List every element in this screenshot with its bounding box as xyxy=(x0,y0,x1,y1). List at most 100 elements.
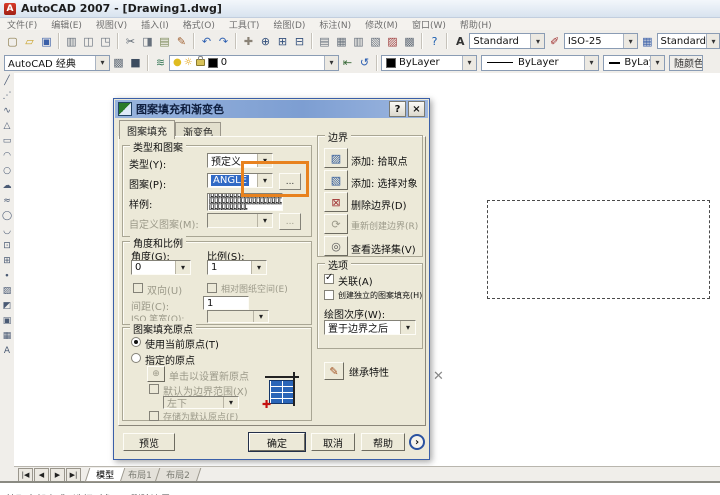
redo-icon[interactable]: ↷ xyxy=(216,33,231,49)
menu-item[interactable]: 视图(V) xyxy=(89,18,134,31)
table-icon[interactable]: ▦ xyxy=(1,328,13,343)
prev-tab-icon[interactable]: ◀ xyxy=(34,467,49,482)
workspace-combo[interactable]: AutoCAD 经典 xyxy=(4,54,110,71)
spline-icon[interactable]: ≈ xyxy=(1,193,13,208)
chevron-down-icon[interactable] xyxy=(257,154,272,167)
make-layer-current-icon[interactable]: ⇤ xyxy=(340,55,355,71)
arc-icon[interactable]: ◠ xyxy=(1,148,13,163)
hatch-icon[interactable]: ▨ xyxy=(1,283,13,298)
chevron-down-icon[interactable] xyxy=(95,55,109,70)
menu-item[interactable]: 帮助(H) xyxy=(453,18,499,31)
menu-item[interactable]: 窗口(W) xyxy=(405,18,453,31)
dim-style-combo[interactable]: ISO-25 xyxy=(563,33,639,49)
ok-button[interactable]: 确定 xyxy=(249,433,305,451)
gradient-icon[interactable]: ◩ xyxy=(1,298,13,313)
layer-lock-icon[interactable] xyxy=(195,56,205,66)
lineweight-combo[interactable]: ByLayer xyxy=(603,54,665,71)
independent-hatch-checkbox[interactable] xyxy=(324,290,334,300)
layer-previous-icon[interactable]: ↺ xyxy=(357,55,372,71)
expand-dialog-button[interactable]: › xyxy=(409,434,425,450)
designcenter-icon[interactable]: ▦ xyxy=(334,33,349,49)
type-combo[interactable]: 预定义 xyxy=(207,153,273,168)
pan-icon[interactable]: ✚ xyxy=(241,33,256,49)
draworder-combo[interactable]: 置于边界之后 xyxy=(324,320,416,335)
chevron-down-icon[interactable] xyxy=(530,34,545,48)
paste-icon[interactable]: ▤ xyxy=(157,33,172,49)
chevron-down-icon[interactable] xyxy=(324,55,338,70)
color-combo[interactable]: ByLayer xyxy=(381,54,477,71)
use-current-origin-radio[interactable] xyxy=(131,337,141,347)
layer-combo[interactable]: ● ☼ 0 xyxy=(169,54,339,71)
workspace-settings-icon[interactable]: ▩ xyxy=(111,55,126,71)
help-icon[interactable]: ? xyxy=(427,33,442,49)
last-tab-icon[interactable]: ▶| xyxy=(66,467,81,482)
spacing-field[interactable]: 1 xyxy=(203,296,249,310)
save-icon[interactable]: ▣ xyxy=(39,33,54,49)
next-tab-icon[interactable]: ▶ xyxy=(50,467,65,482)
menu-item[interactable]: 编辑(E) xyxy=(44,18,89,31)
tab-model[interactable]: 模型 xyxy=(84,467,126,482)
menu-item[interactable]: 修改(M) xyxy=(358,18,405,31)
preview-button[interactable]: 预览 xyxy=(123,433,175,451)
publish-icon[interactable]: ◳ xyxy=(98,33,113,49)
mtext-icon[interactable]: A xyxy=(1,343,13,358)
text-style-combo[interactable]: Standard xyxy=(469,33,546,49)
my-workspace-icon[interactable]: ■ xyxy=(128,55,143,71)
chevron-down-icon[interactable] xyxy=(584,55,598,70)
make-block-icon[interactable]: ⊞ xyxy=(1,253,13,268)
pattern-combo[interactable]: ANGLE xyxy=(207,173,273,188)
construction-line-icon[interactable]: ⋰ xyxy=(1,88,13,103)
ellipse-icon[interactable]: ◯ xyxy=(1,208,13,223)
chevron-down-icon[interactable] xyxy=(706,34,719,48)
dialog-help-button[interactable]: ? xyxy=(389,101,406,117)
tab-layout2[interactable]: 布局2 xyxy=(154,467,201,482)
copy-icon[interactable]: ◨ xyxy=(140,33,155,49)
menu-item[interactable]: 标注(N) xyxy=(312,18,358,31)
region-icon[interactable]: ▣ xyxy=(1,313,13,328)
layer-freeze-sun-icon[interactable]: ☼ xyxy=(184,57,193,68)
open-icon[interactable]: ▱ xyxy=(22,33,37,49)
linetype-combo[interactable]: ByLayer xyxy=(481,54,599,71)
quickcalc-icon[interactable]: ▩ xyxy=(402,33,417,49)
chevron-down-icon[interactable] xyxy=(400,321,415,334)
ellipse-arc-icon[interactable]: ◡ xyxy=(1,223,13,238)
table-style-combo[interactable]: Standard xyxy=(656,33,720,49)
dialog-close-button[interactable]: × xyxy=(408,101,425,117)
command-line[interactable]: 拾取内部点或 [选择对象(S)/删除边界(B)]: xyxy=(0,481,720,495)
view-selections-icon[interactable]: ◎ xyxy=(324,236,348,256)
tool-palettes-icon[interactable]: ▥ xyxy=(351,33,366,49)
remove-boundaries-icon[interactable]: ⊠ xyxy=(324,192,348,212)
markup-manager-icon[interactable]: ▨ xyxy=(385,33,400,49)
menu-item[interactable]: 绘图(D) xyxy=(266,18,312,31)
chevron-down-icon[interactable] xyxy=(623,34,638,48)
menu-item[interactable]: 文件(F) xyxy=(0,18,44,31)
inherit-properties-button[interactable]: ✎ 继承特性 xyxy=(319,361,419,381)
insert-block-icon[interactable]: ⊡ xyxy=(1,238,13,253)
cancel-button[interactable]: 取消 xyxy=(311,433,355,451)
zoom-previous-icon[interactable]: ⊟ xyxy=(292,33,307,49)
help-button[interactable]: 帮助 xyxy=(361,433,405,451)
polyline-icon[interactable]: ∿ xyxy=(1,103,13,118)
menu-item[interactable]: 工具(T) xyxy=(222,18,267,31)
circle-icon[interactable]: ○ xyxy=(1,163,13,178)
add-select-objects-icon[interactable]: ▧ xyxy=(324,170,348,190)
new-icon[interactable]: ▢ xyxy=(5,33,20,49)
zoom-realtime-icon[interactable]: ⊕ xyxy=(258,33,273,49)
chevron-down-icon[interactable] xyxy=(650,55,664,70)
zoom-window-icon[interactable]: ⊞ xyxy=(275,33,290,49)
rectangle-icon[interactable]: ▭ xyxy=(1,133,13,148)
revcloud-icon[interactable]: ☁ xyxy=(1,178,13,193)
first-tab-icon[interactable]: |◀ xyxy=(18,467,33,482)
line-icon[interactable]: ╱ xyxy=(1,73,13,88)
cut-icon[interactable]: ✂ xyxy=(123,33,138,49)
chevron-down-icon[interactable] xyxy=(251,261,266,274)
layer-on-bulb-icon[interactable]: ● xyxy=(173,57,182,68)
angle-combo[interactable]: 0 xyxy=(131,260,191,275)
match-properties-icon[interactable]: ✎ xyxy=(174,33,189,49)
add-pick-points-icon[interactable]: ▨ xyxy=(324,148,348,168)
sheetset-manager-icon[interactable]: ▧ xyxy=(368,33,383,49)
chevron-down-icon[interactable] xyxy=(257,174,272,187)
polygon-icon[interactable]: △ xyxy=(1,118,13,133)
properties-icon[interactable]: ▤ xyxy=(317,33,332,49)
chevron-down-icon[interactable] xyxy=(462,55,476,70)
